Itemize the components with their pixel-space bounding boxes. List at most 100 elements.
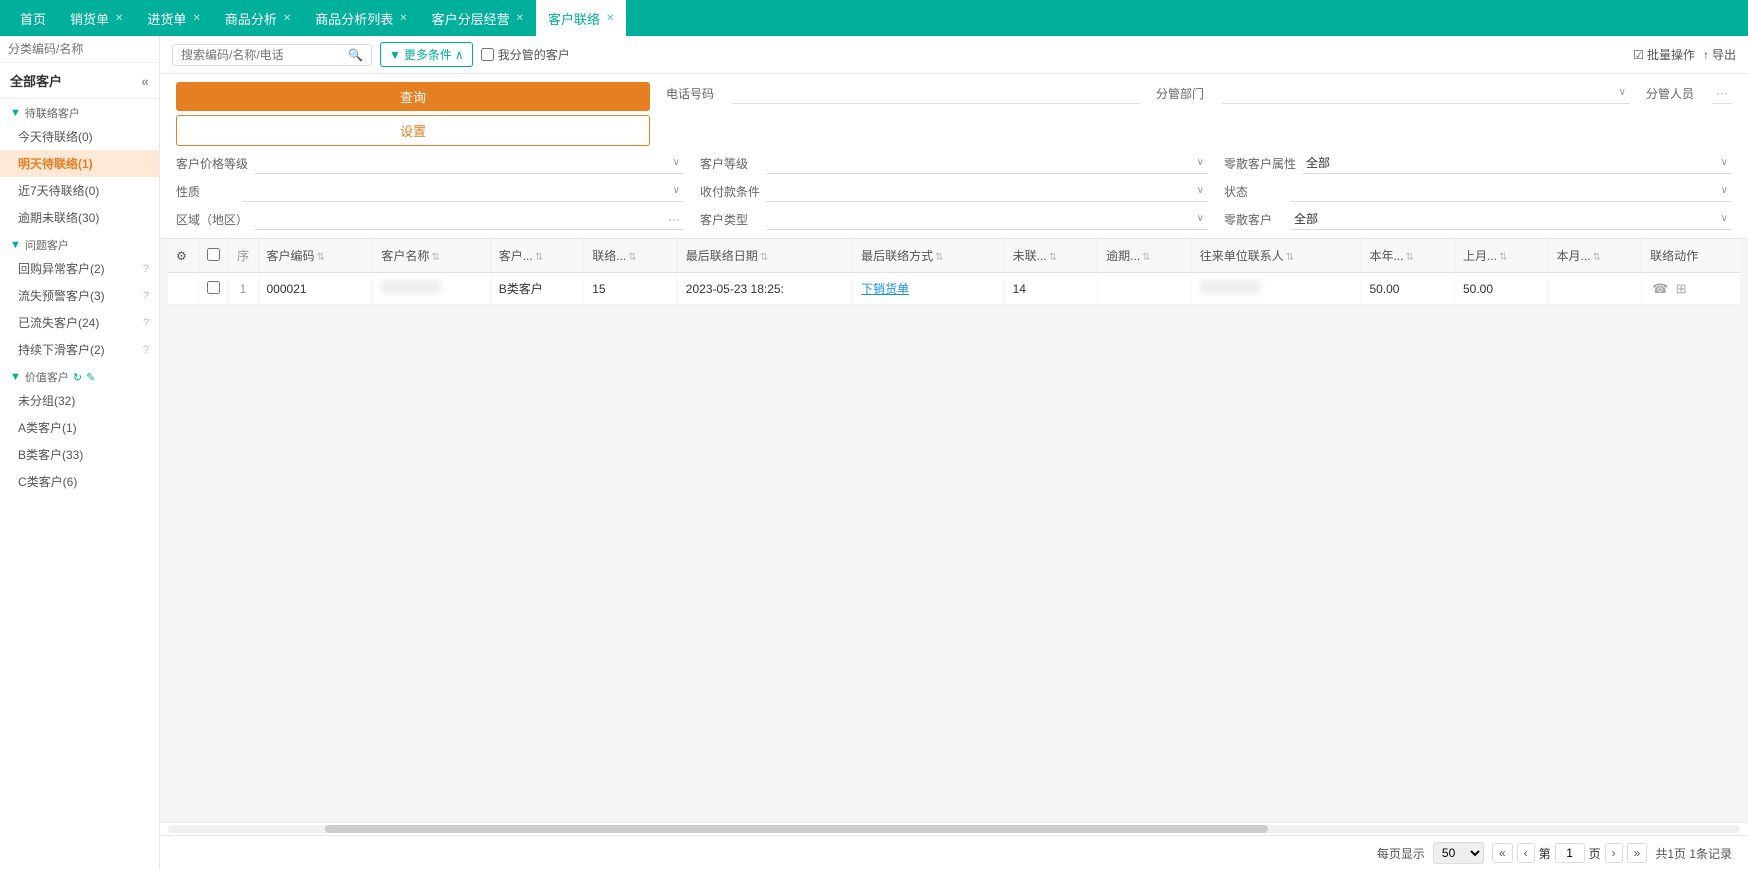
nav-customer-tiering[interactable]: 客户分层经营 ✕ <box>420 0 536 36</box>
prev-page-button[interactable]: ‹ <box>1517 843 1535 863</box>
col-contact-count[interactable]: 联络...⇅ <box>584 239 678 273</box>
sidebar-item-declining[interactable]: 持续下滑客户(2) ? <box>0 336 159 363</box>
toolbar-search-icon[interactable]: 🔍 <box>348 48 363 62</box>
page-size-label: 每页显示 <box>1377 845 1425 862</box>
sidebar-item-7days-pending[interactable]: 近7天待联络(0) <box>0 177 159 204</box>
col-customer-name[interactable]: 客户名称⇅ <box>373 239 490 273</box>
nav-product-analysis-list[interactable]: 商品分析列表 ✕ <box>303 0 419 36</box>
nav-home[interactable]: 首页 <box>8 0 58 36</box>
close-purchase-order-icon[interactable]: ✕ <box>192 13 200 24</box>
manager-dots-icon[interactable]: ··· <box>1716 86 1728 100</box>
more-filters-button[interactable]: ▼ 更多条件 ∧ <box>380 42 473 67</box>
filter-region-input[interactable]: ··· <box>254 208 684 230</box>
cell-checkbox[interactable] <box>198 273 228 305</box>
sidebar-item-abnormal-repurchase[interactable]: 回购异常客户(2) ? <box>0 255 159 282</box>
help-icon[interactable]: ? <box>143 317 149 329</box>
close-product-analysis-list-icon[interactable]: ✕ <box>399 13 407 24</box>
row-checkbox[interactable] <box>207 281 220 294</box>
close-customer-tiering-icon[interactable]: ✕ <box>516 13 524 24</box>
group-pending-contact[interactable]: ▼ 待联络客户 <box>0 99 159 123</box>
col-company-contact[interactable]: 往来单位联系人⇅ <box>1191 239 1361 273</box>
filter-customer-type-select[interactable]: ∨ <box>766 208 1208 230</box>
table-row: 1 000021 B类客户 15 2023-05-23 18:25: 下销货单 … <box>168 273 1740 305</box>
sidebar-item-class-b[interactable]: B类客户(33) <box>0 441 159 468</box>
close-sales-order-icon[interactable]: ✕ <box>115 13 123 24</box>
filter-status-select[interactable]: ∨ <box>1290 180 1732 202</box>
first-page-button[interactable]: « <box>1492 843 1513 863</box>
export-button[interactable]: ↑ 导出 <box>1703 46 1736 63</box>
nav-purchase-order[interactable]: 进货单 ✕ <box>135 0 212 36</box>
sidebar-item-today-pending[interactable]: 今天待联络(0) <box>0 123 159 150</box>
last-page-button[interactable]: » <box>1627 843 1648 863</box>
my-customers-checkbox-area[interactable]: 我分管的客户 <box>481 46 570 63</box>
filter-payment-terms-select[interactable]: ∨ <box>766 180 1208 202</box>
filter-retail-attr-select[interactable]: 全部 ∨ <box>1302 152 1732 174</box>
col-this-month[interactable]: 本月...⇅ <box>1548 239 1642 273</box>
col-last-contact-way[interactable]: 最后联络方式⇅ <box>853 239 1004 273</box>
col-overdue[interactable]: 逾期...⇅ <box>1098 239 1192 273</box>
toolbar-search-input[interactable] <box>181 48 348 62</box>
sidebar-search-input[interactable] <box>8 42 160 56</box>
sidebar-item-label: 回购异常客户(2) <box>18 260 105 277</box>
scrollbar-thumb[interactable] <box>325 825 1268 833</box>
nav-customer-contact[interactable]: 客户联络 ✕ <box>536 0 626 36</box>
filter-phone-input[interactable] <box>732 82 1140 104</box>
group-value-customers[interactable]: ▼ 价值客户 ↻ ✎ <box>0 363 159 387</box>
filter-customer-level-select[interactable]: ∨ <box>766 152 1208 174</box>
nav-product-analysis[interactable]: 商品分析 ✕ <box>213 0 303 36</box>
filter-manager-input[interactable]: ··· <box>1712 82 1732 104</box>
sidebar-item-class-a[interactable]: A类客户(1) <box>0 414 159 441</box>
col-customer-code[interactable]: 客户编码⇅ <box>258 239 373 273</box>
action-more-icon[interactable]: ⊞ <box>1676 281 1687 296</box>
help-icon[interactable]: ? <box>143 344 149 356</box>
filter-icon: ▼ <box>389 48 401 62</box>
close-product-analysis-icon[interactable]: ✕ <box>283 13 291 24</box>
cell-last-contact-way[interactable]: 下销货单 <box>853 273 1004 305</box>
filter-status: 状态 ∨ <box>1224 180 1732 202</box>
filter-manager-label: 分管人员 <box>1646 85 1706 102</box>
batch-operation-button[interactable]: ☑ 批量操作 <box>1633 46 1695 63</box>
query-button[interactable]: 查询 <box>176 82 650 111</box>
page-number-input[interactable] <box>1555 843 1585 863</box>
cell-company-contact <box>1191 273 1361 305</box>
sidebar-item-class-c[interactable]: C类客户(6) <box>0 468 159 495</box>
col-this-year[interactable]: 本年...⇅ <box>1361 239 1455 273</box>
close-customer-contact-icon[interactable]: ✕ <box>606 13 614 24</box>
filter-dept-select[interactable]: ∨ <box>1222 82 1630 104</box>
scrollbar-track[interactable] <box>168 825 1740 833</box>
action-phone-icon[interactable]: ☎ <box>1652 281 1668 296</box>
sidebar-all-customers[interactable]: 全部客户 « <box>0 63 159 99</box>
nav-sales-order[interactable]: 销货单 ✕ <box>58 0 135 36</box>
my-customers-checkbox[interactable] <box>481 48 494 61</box>
chevron-up-icon: ∧ <box>455 48 464 62</box>
col-customer-type[interactable]: 客户...⇅ <box>490 239 584 273</box>
all-customers-label: 全部客户 <box>10 71 62 90</box>
help-icon[interactable]: ? <box>143 290 149 302</box>
filter-nature-select[interactable]: ∨ <box>242 180 684 202</box>
select-all-checkbox[interactable] <box>207 248 220 261</box>
col-last-contact-date[interactable]: 最后联络日期⇅ <box>677 239 852 273</box>
group-problem-customers[interactable]: ▼ 问题客户 <box>0 231 159 255</box>
help-icon[interactable]: ? <box>143 263 149 275</box>
edit-value-icon[interactable]: ✎ <box>86 371 95 384</box>
region-dots-icon[interactable]: ··· <box>668 212 680 226</box>
sidebar-item-overdue-contact[interactable]: 逾期未联络(30) <box>0 204 159 231</box>
sidebar-item-churned[interactable]: 已流失客户(24) ? <box>0 309 159 336</box>
refresh-icon[interactable]: ↻ <box>73 371 82 384</box>
filter-row-4: 区域（地区） ··· 客户类型 ∨ 零散客户 全部 <box>176 208 1732 230</box>
filter-retail-attr: 零散客户属性 全部 ∨ <box>1224 152 1732 174</box>
sidebar-item-tomorrow-pending[interactable]: 明天待联络(1) <box>0 150 159 177</box>
filter-retail-customer-select[interactable]: 全部 ∨ <box>1290 208 1732 230</box>
col-settings[interactable]: ⚙ <box>168 239 198 273</box>
sidebar-item-churn-warning[interactable]: 流失预警客户(3) ? <box>0 282 159 309</box>
col-last-month[interactable]: 上月...⇅ <box>1454 239 1548 273</box>
col-not-contact[interactable]: 未联...⇅ <box>1004 239 1098 273</box>
set-button[interactable]: 设置 <box>176 115 650 146</box>
sidebar-item-ungrouped[interactable]: 未分组(32) <box>0 387 159 414</box>
horizontal-scrollbar[interactable] <box>160 822 1748 835</box>
page-size-select[interactable]: 50 10 20 100 <box>1433 842 1484 864</box>
next-page-button[interactable]: › <box>1605 843 1623 863</box>
table-settings-icon[interactable]: ⚙ <box>176 249 187 263</box>
filter-price-level-select[interactable]: ∨ <box>254 152 684 174</box>
last-contact-way-link[interactable]: 下销货单 <box>861 282 909 296</box>
